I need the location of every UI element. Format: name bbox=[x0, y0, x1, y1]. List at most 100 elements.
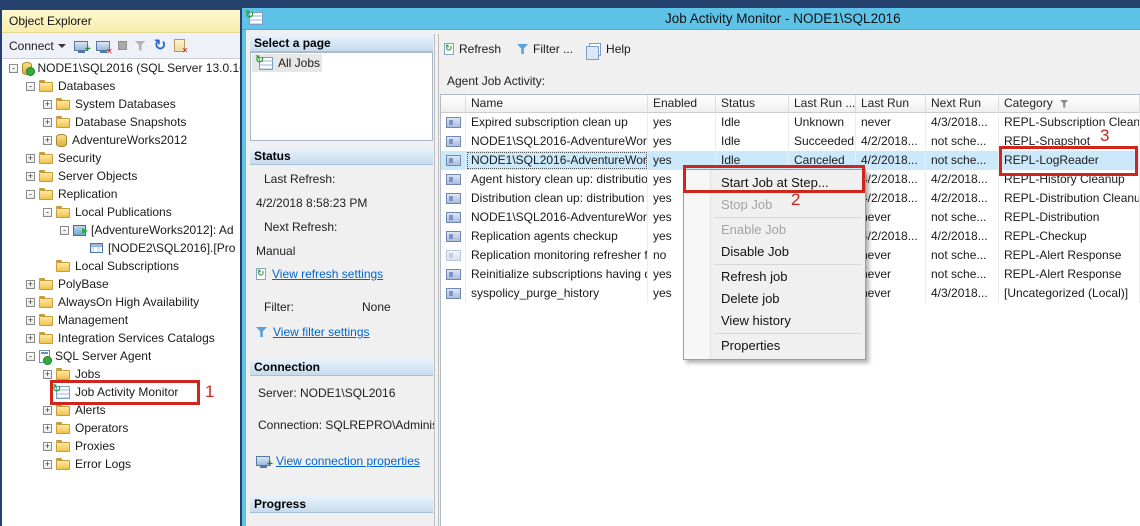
expand-icon[interactable]: + bbox=[43, 100, 52, 109]
collapse-icon[interactable]: - bbox=[26, 82, 35, 91]
tree-item[interactable]: +AdventureWorks2012 bbox=[2, 131, 240, 149]
tree-item[interactable]: -[AdventureWorks2012]: Ad bbox=[2, 221, 240, 239]
page-item-all-jobs[interactable]: All Jobs bbox=[252, 54, 322, 72]
collapse-icon[interactable]: - bbox=[43, 208, 52, 217]
expand-icon[interactable]: + bbox=[43, 406, 52, 415]
job-activity-monitor-icon bbox=[249, 12, 263, 25]
tree-item-label: Replication bbox=[58, 187, 117, 201]
view-refresh-settings-link[interactable]: View refresh settings bbox=[272, 267, 383, 281]
tree-item[interactable]: +PolyBase bbox=[2, 275, 240, 293]
job-icon-cell bbox=[441, 132, 466, 151]
help-button[interactable]: Help bbox=[589, 42, 631, 56]
column-header-status[interactable]: Status bbox=[716, 95, 789, 113]
job-icon bbox=[446, 117, 461, 128]
tree-item-label: SQL Server Agent bbox=[55, 349, 151, 363]
filter-icon-disabled bbox=[135, 41, 146, 51]
filter-button[interactable]: Filter ... bbox=[517, 42, 573, 56]
connect-button[interactable]: Connect bbox=[9, 39, 66, 53]
folder-icon bbox=[56, 424, 70, 434]
publication-icon bbox=[73, 225, 86, 236]
tree-item[interactable]: +Operators bbox=[2, 419, 240, 437]
tree-item[interactable]: - SQL Server Agent bbox=[2, 347, 240, 365]
collapse-icon[interactable]: - bbox=[26, 190, 35, 199]
view-filter-settings-link[interactable]: View filter settings bbox=[273, 325, 370, 339]
expand-icon[interactable]: + bbox=[43, 118, 52, 127]
collapse-icon[interactable]: - bbox=[9, 64, 18, 73]
job-context-menu: Start Job at Step...Stop JobEnable JobDi… bbox=[683, 169, 866, 360]
tree-item[interactable]: +Database Snapshots bbox=[2, 113, 240, 131]
tree-item[interactable]: -NODE1\SQL2016 (SQL Server 13.0.160 bbox=[2, 59, 240, 77]
expand-icon[interactable]: + bbox=[26, 334, 35, 343]
tree-item[interactable]: -Databases bbox=[2, 77, 240, 95]
column-header-next-run[interactable]: Next Run bbox=[926, 95, 999, 113]
connect-server-icon[interactable] bbox=[74, 41, 88, 51]
job-icon-cell bbox=[441, 208, 466, 227]
tree-item[interactable]: +System Databases bbox=[2, 95, 240, 113]
collapse-icon[interactable]: - bbox=[26, 352, 35, 361]
cell-name: Distribution clean up: distribution bbox=[466, 189, 648, 208]
tree-item[interactable]: +Error Logs bbox=[2, 455, 240, 473]
collapse-icon[interactable]: - bbox=[60, 226, 69, 235]
job-grid-header: Name Enabled Status Last Run ... Last Ru… bbox=[441, 95, 1140, 113]
tree-item-label: Local Publications bbox=[75, 205, 172, 219]
tree-item[interactable]: Local Subscriptions bbox=[2, 257, 240, 275]
cell-name: Replication agents checkup bbox=[466, 227, 648, 246]
menu-item[interactable]: Properties bbox=[684, 335, 865, 357]
view-connection-properties-link[interactable]: View connection properties bbox=[276, 454, 420, 468]
menu-item[interactable]: Delete job bbox=[684, 288, 865, 310]
connection-properties-icon bbox=[256, 456, 270, 466]
cell-next-run: 4/2/2018... bbox=[926, 189, 999, 208]
tree-item[interactable]: +Security bbox=[2, 149, 240, 167]
tree-item-label: Server Objects bbox=[58, 169, 137, 183]
tree-item[interactable]: +Proxies bbox=[2, 437, 240, 455]
cell-last-run: 4/2/2018... bbox=[856, 132, 926, 151]
cell-enabled: yes bbox=[648, 113, 716, 132]
column-header-last-run-outcome[interactable]: Last Run ... bbox=[789, 95, 856, 113]
refresh-button[interactable]: Refresh bbox=[444, 42, 501, 56]
cell-name: NODE1\SQL2016-AdventureWork... bbox=[466, 151, 648, 170]
folder-icon bbox=[39, 316, 53, 326]
expand-icon[interactable]: + bbox=[43, 136, 52, 145]
disconnect-server-icon[interactable] bbox=[96, 41, 110, 51]
expand-icon[interactable]: + bbox=[43, 460, 52, 469]
menu-item[interactable]: Disable Job bbox=[684, 241, 865, 263]
menu-item: Enable Job bbox=[684, 219, 865, 241]
folder-icon bbox=[39, 82, 53, 92]
column-header-enabled[interactable]: Enabled bbox=[648, 95, 716, 113]
tree-item[interactable]: +Integration Services Catalogs bbox=[2, 329, 240, 347]
column-header-name[interactable]: Name bbox=[466, 95, 648, 113]
expand-icon[interactable]: + bbox=[26, 154, 35, 163]
tree-item[interactable]: - Local Publications bbox=[2, 203, 240, 221]
cell-outcome: Succeeded bbox=[789, 132, 856, 151]
filter-value: None bbox=[362, 300, 391, 314]
expand-icon[interactable]: + bbox=[26, 280, 35, 289]
cell-next-run: not sche... bbox=[926, 151, 999, 170]
expand-icon[interactable]: + bbox=[26, 298, 35, 307]
refresh-button-label: Refresh bbox=[459, 42, 501, 56]
pane-splitter[interactable] bbox=[434, 34, 439, 526]
tree-item[interactable]: + Server Objects bbox=[2, 167, 240, 185]
tree-item[interactable]: +Management bbox=[2, 311, 240, 329]
column-header-category-label: Category bbox=[1004, 95, 1053, 112]
column-header-category[interactable]: Category bbox=[999, 95, 1140, 113]
tree-item[interactable]: [NODE2\SQL2016].[Pro bbox=[2, 239, 240, 257]
window-title-bar: Job Activity Monitor - NODE1\SQL2016 bbox=[242, 8, 1140, 30]
refresh-icon[interactable]: ↻ bbox=[154, 40, 167, 52]
tree-item[interactable]: - Replication bbox=[2, 185, 240, 203]
table-row[interactable]: Expired subscription clean upyesIdleUnkn… bbox=[441, 113, 1140, 132]
menu-item[interactable]: Refresh job bbox=[684, 266, 865, 288]
menu-item[interactable]: View history bbox=[684, 310, 865, 332]
agent-icon bbox=[39, 350, 50, 363]
column-header-last-run[interactable]: Last Run bbox=[856, 95, 926, 113]
folder-icon bbox=[56, 118, 70, 128]
view-filter-settings-row: View filter settings bbox=[256, 325, 370, 339]
annotation-box-1 bbox=[50, 380, 200, 405]
expand-icon[interactable]: + bbox=[43, 442, 52, 451]
expand-icon[interactable]: + bbox=[43, 424, 52, 433]
expand-icon[interactable]: + bbox=[26, 316, 35, 325]
tree-item[interactable]: +AlwaysOn High Availability bbox=[2, 293, 240, 311]
expand-icon[interactable]: + bbox=[43, 370, 52, 379]
error-log-icon[interactable] bbox=[174, 39, 185, 52]
expand-icon[interactable]: + bbox=[26, 172, 35, 181]
cell-next-run: not sche... bbox=[926, 246, 999, 265]
